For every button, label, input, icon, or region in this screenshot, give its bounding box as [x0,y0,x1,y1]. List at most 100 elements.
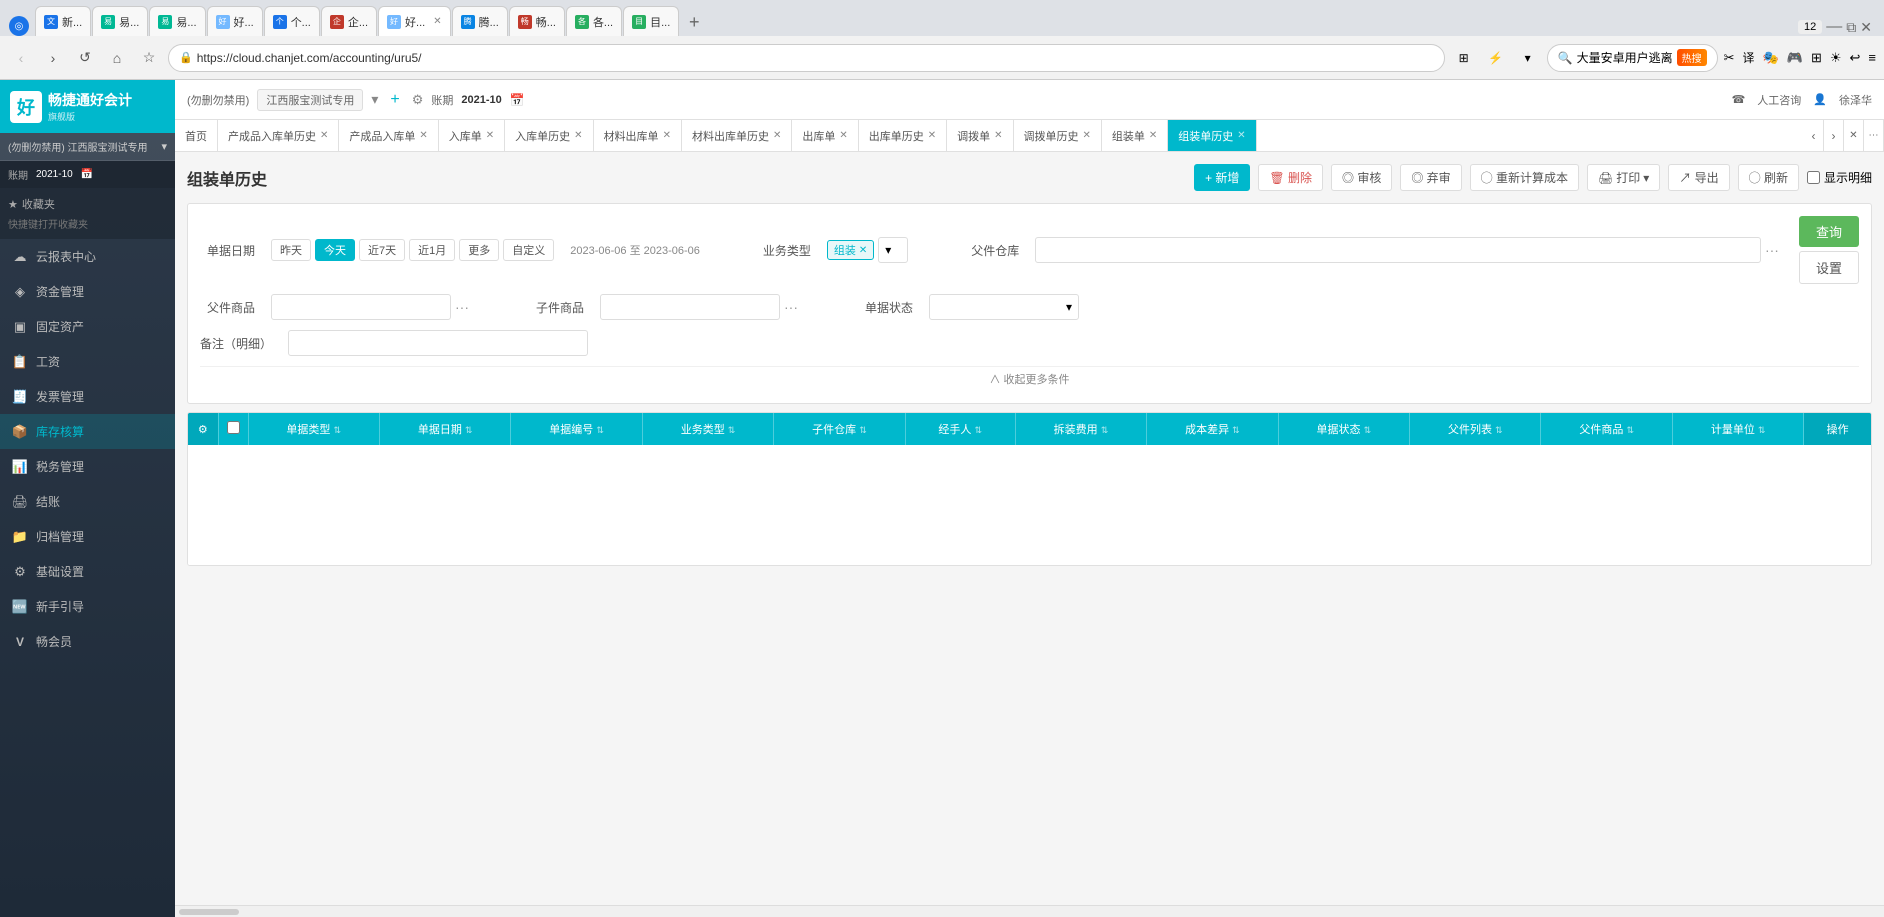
nav-tab-home[interactable]: 首页 [175,120,218,152]
nav-tab-outbound[interactable]: 出库单 ✕ [792,120,858,152]
nav-tab-material-out[interactable]: 材料出库单 ✕ [594,120,682,152]
th-biz-type[interactable]: 业务类型 ⇅ [642,413,773,445]
close-all-tabs[interactable]: ✕ [1844,120,1864,152]
dispatch-close[interactable]: ✕ [994,130,1002,141]
sidebar-item-guide[interactable]: 🆕 新手引导 [0,589,175,624]
refresh-button[interactable]: ◯ 刷新 [1738,164,1799,191]
search-bar[interactable]: 🔍 大量安卓用户逃离 热搜 [1547,44,1718,72]
window-close[interactable]: ✕ [1860,19,1872,36]
bookmark-button[interactable]: ☆ [136,45,162,71]
sidebar-item-fixed-assets[interactable]: ▣ 固定资产 [0,309,175,344]
sidebar-item-tax[interactable]: 📊 税务管理 [0,449,175,484]
collapse-button[interactable]: ∧ 收起更多条件 [989,374,1069,386]
nav-tab-prod-inbound-history[interactable]: 产成品入库单历史 ✕ [218,120,339,152]
menu-icon[interactable]: ≡ [1868,50,1876,65]
sidebar-item-basic-settings[interactable]: ⚙ 基础设置 [0,554,175,589]
sun-icon[interactable]: ☀ [1830,50,1842,66]
material-out-history-close[interactable]: ✕ [773,130,781,141]
th-check[interactable] [218,413,248,445]
translate-icon[interactable]: 译 [1743,49,1755,66]
forward-button[interactable]: › [40,45,66,71]
nav-tab-material-out-history[interactable]: 材料出库单历史 ✕ [682,120,792,152]
parent-warehouse-more-btn[interactable]: ··· [1761,242,1783,258]
qr-button[interactable]: ⊞ [1451,45,1477,71]
calendar-icon[interactable]: 📅 [81,169,93,180]
nav-tab-inbound[interactable]: 入库单 ✕ [439,120,505,152]
outbound-history-close[interactable]: ✕ [928,130,936,141]
show-detail-checkbox[interactable]: 显示明细 [1807,169,1872,186]
browser-tab-8[interactable]: 腾 腾... [452,6,508,36]
undo-icon[interactable]: ↩ [1850,50,1861,66]
sidebar-item-cloud-report[interactable]: ☁ 云报表中心 [0,239,175,274]
nav-tab-inbound-history[interactable]: 入库单历史 ✕ [505,120,593,152]
company-selector[interactable]: (勿删勿禁用) 江西服宝测试专用 ▾ [0,133,175,161]
abandon-button[interactable]: ◎ 弃审 [1400,164,1461,191]
calendar-period-icon[interactable]: 📅 [510,93,525,107]
reload-button[interactable]: ↺ [72,45,98,71]
th-voucher-type[interactable]: 单据类型 ⇅ [248,413,379,445]
date-btn-yesterday[interactable]: 昨天 [271,239,311,261]
date-btn-7days[interactable]: 近7天 [359,239,405,261]
date-btn-today[interactable]: 今天 [315,239,355,261]
th-disassembly-fee[interactable]: 拆装费用 ⇅ [1015,413,1146,445]
browser-tab-4[interactable]: 好 好... [207,6,263,36]
print-button[interactable]: 🖨 打印 ▾ [1587,164,1660,191]
browser-tab-7[interactable]: 好 好... ✕ [378,6,451,36]
date-btn-more[interactable]: 更多 [459,239,499,261]
tab-more-options[interactable]: ⋯ [1864,120,1884,152]
material-out-close[interactable]: ✕ [663,130,671,141]
tab-count-badge[interactable]: 12 [1798,20,1822,34]
th-child-warehouse[interactable]: 子件仓库 ⇅ [774,413,905,445]
nav-tab-outbound-history[interactable]: 出库单历史 ✕ [859,120,947,152]
nav-tab-dispatch-history[interactable]: 调拨单历史 ✕ [1014,120,1102,152]
browser-tab-3[interactable]: 易 易... [149,6,205,36]
dropdown-button[interactable]: ▾ [1515,45,1541,71]
home-button[interactable]: ⌂ [104,45,130,71]
browser-tab-5[interactable]: 个 个... [264,6,320,36]
outbound-close[interactable]: ✕ [839,130,847,141]
th-settings[interactable]: ⚙ [188,413,218,445]
sidebar-item-settlement[interactable]: 🖨 结账 [0,484,175,519]
settings-gear-icon[interactable]: ⚙ [412,92,424,108]
sidebar-item-inventory[interactable]: 📦 库存核算 [0,414,175,449]
back-button[interactable]: ‹ [8,45,34,71]
child-goods-input[interactable] [600,294,780,320]
window-restore[interactable]: ⧉ [1846,19,1856,36]
parent-goods-input[interactable] [271,294,451,320]
nav-tab-dispatch[interactable]: 调拨单 ✕ [947,120,1013,152]
tab-scroll-right[interactable]: › [1824,120,1844,152]
nav-tab-assembly-history[interactable]: 组装单历史 ✕ [1168,120,1256,152]
th-cost-diff[interactable]: 成本差异 ⇅ [1147,413,1278,445]
inbound-history-close[interactable]: ✕ [574,130,582,141]
delete-button[interactable]: 🗑 删除 [1258,164,1323,191]
assembly-history-close[interactable]: ✕ [1237,130,1245,141]
th-parent-goods[interactable]: 父件商品 ⇅ [1541,413,1672,445]
recalc-button[interactable]: ◯ 重新计算成本 [1470,164,1579,191]
export-button[interactable]: ↗ 导出 [1668,164,1729,191]
child-goods-more-btn[interactable]: ··· [780,299,802,315]
browser-tab-10[interactable]: 各 各... [566,6,622,36]
sidebar-item-fund[interactable]: ◈ 资金管理 [0,274,175,309]
inbound-close[interactable]: ✕ [486,130,494,141]
add-company-btn[interactable]: + [386,91,403,109]
dispatch-history-close[interactable]: ✕ [1083,130,1091,141]
sidebar-item-vip[interactable]: V 畅会员 [0,624,175,659]
nav-tab-prod-inbound[interactable]: 产成品入库单 ✕ [339,120,438,152]
th-voucher-date[interactable]: 单据日期 ⇅ [379,413,510,445]
prod-inbound-close[interactable]: ✕ [419,130,427,141]
browser-tab-1[interactable]: 文 新... [35,6,91,36]
date-btn-1month[interactable]: 近1月 [409,239,455,261]
user-service-label[interactable]: 人工咨询 [1757,92,1801,108]
address-bar[interactable]: 🔒 https://cloud.chanjet.com/accounting/u… [168,44,1445,72]
grid-icon[interactable]: ⊞ [1811,50,1822,66]
sidebar-item-payroll[interactable]: 📋 工资 [0,344,175,379]
prod-inbound-history-close[interactable]: ✕ [320,130,328,141]
select-all-checkbox[interactable] [227,421,240,434]
th-handler[interactable]: 经手人 ⇅ [905,413,1015,445]
scissors-icon[interactable]: ✂ [1724,50,1735,66]
sidebar-item-archive[interactable]: 📁 归档管理 [0,519,175,554]
window-minimize[interactable]: — [1826,18,1842,36]
browser-tab-2[interactable]: 易 易... [92,6,148,36]
lightning-button[interactable]: ⚡ [1483,45,1509,71]
new-tab-button[interactable]: + [680,8,708,36]
